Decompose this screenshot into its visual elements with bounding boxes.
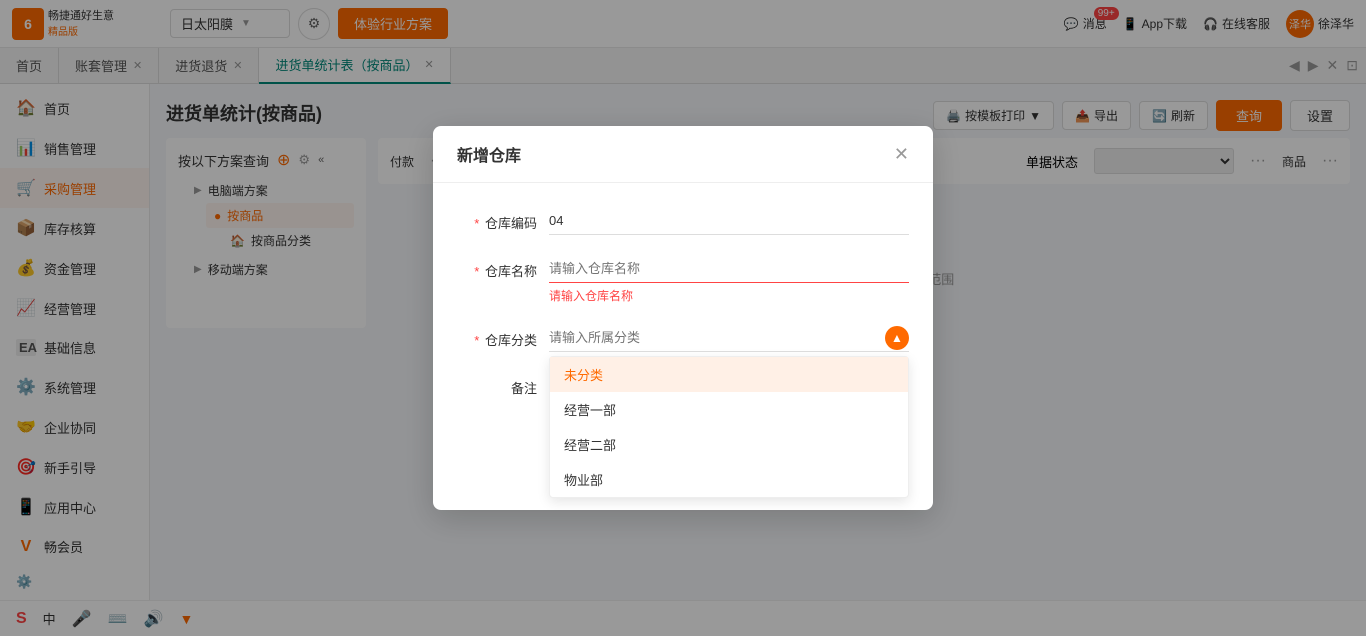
category-control: ▲ 未分类 经营一部 经营二部 物业部	[549, 324, 909, 352]
warehouse-name-input[interactable]	[549, 255, 909, 283]
name-error-msg: 请输入仓库名称	[549, 287, 909, 304]
warehouse-code-row: * 仓库编码	[457, 207, 909, 235]
category-dropdown: ▲ 未分类 经营一部 经营二部 物业部	[549, 324, 909, 352]
modal-header: 新增仓库 ✕	[433, 126, 933, 183]
name-control: 请输入仓库名称	[549, 255, 909, 304]
new-warehouse-modal: 新增仓库 ✕ * 仓库编码 * 仓库名称 请输入仓库名称	[433, 126, 933, 510]
category-label: * 仓库分类	[457, 324, 537, 349]
code-control	[549, 207, 909, 235]
category-arrow-icon[interactable]: ▲	[885, 326, 909, 350]
dropdown-item-dept2[interactable]: 经营二部	[550, 427, 908, 462]
warehouse-name-row: * 仓库名称 请输入仓库名称	[457, 255, 909, 304]
dropdown-item-uncategorized[interactable]: 未分类	[550, 357, 908, 392]
modal-close-icon[interactable]: ✕	[894, 144, 909, 165]
dropdown-item-dept3[interactable]: 物业部	[550, 462, 908, 497]
dropdown-item-dept1[interactable]: 经营一部	[550, 392, 908, 427]
warehouse-code-input[interactable]	[549, 207, 909, 235]
category-input[interactable]	[549, 324, 909, 352]
warehouse-category-row: * 仓库分类 ▲ 未分类 经营一部 经营二部 物业部	[457, 324, 909, 352]
modal-title: 新增仓库	[457, 142, 521, 166]
note-label: 备注	[457, 372, 537, 397]
category-dropdown-list: 未分类 经营一部 经营二部 物业部	[549, 356, 909, 498]
name-label: * 仓库名称	[457, 255, 537, 280]
code-label: * 仓库编码	[457, 207, 537, 232]
modal-body: * 仓库编码 * 仓库名称 请输入仓库名称 * 仓库分类	[433, 183, 933, 443]
